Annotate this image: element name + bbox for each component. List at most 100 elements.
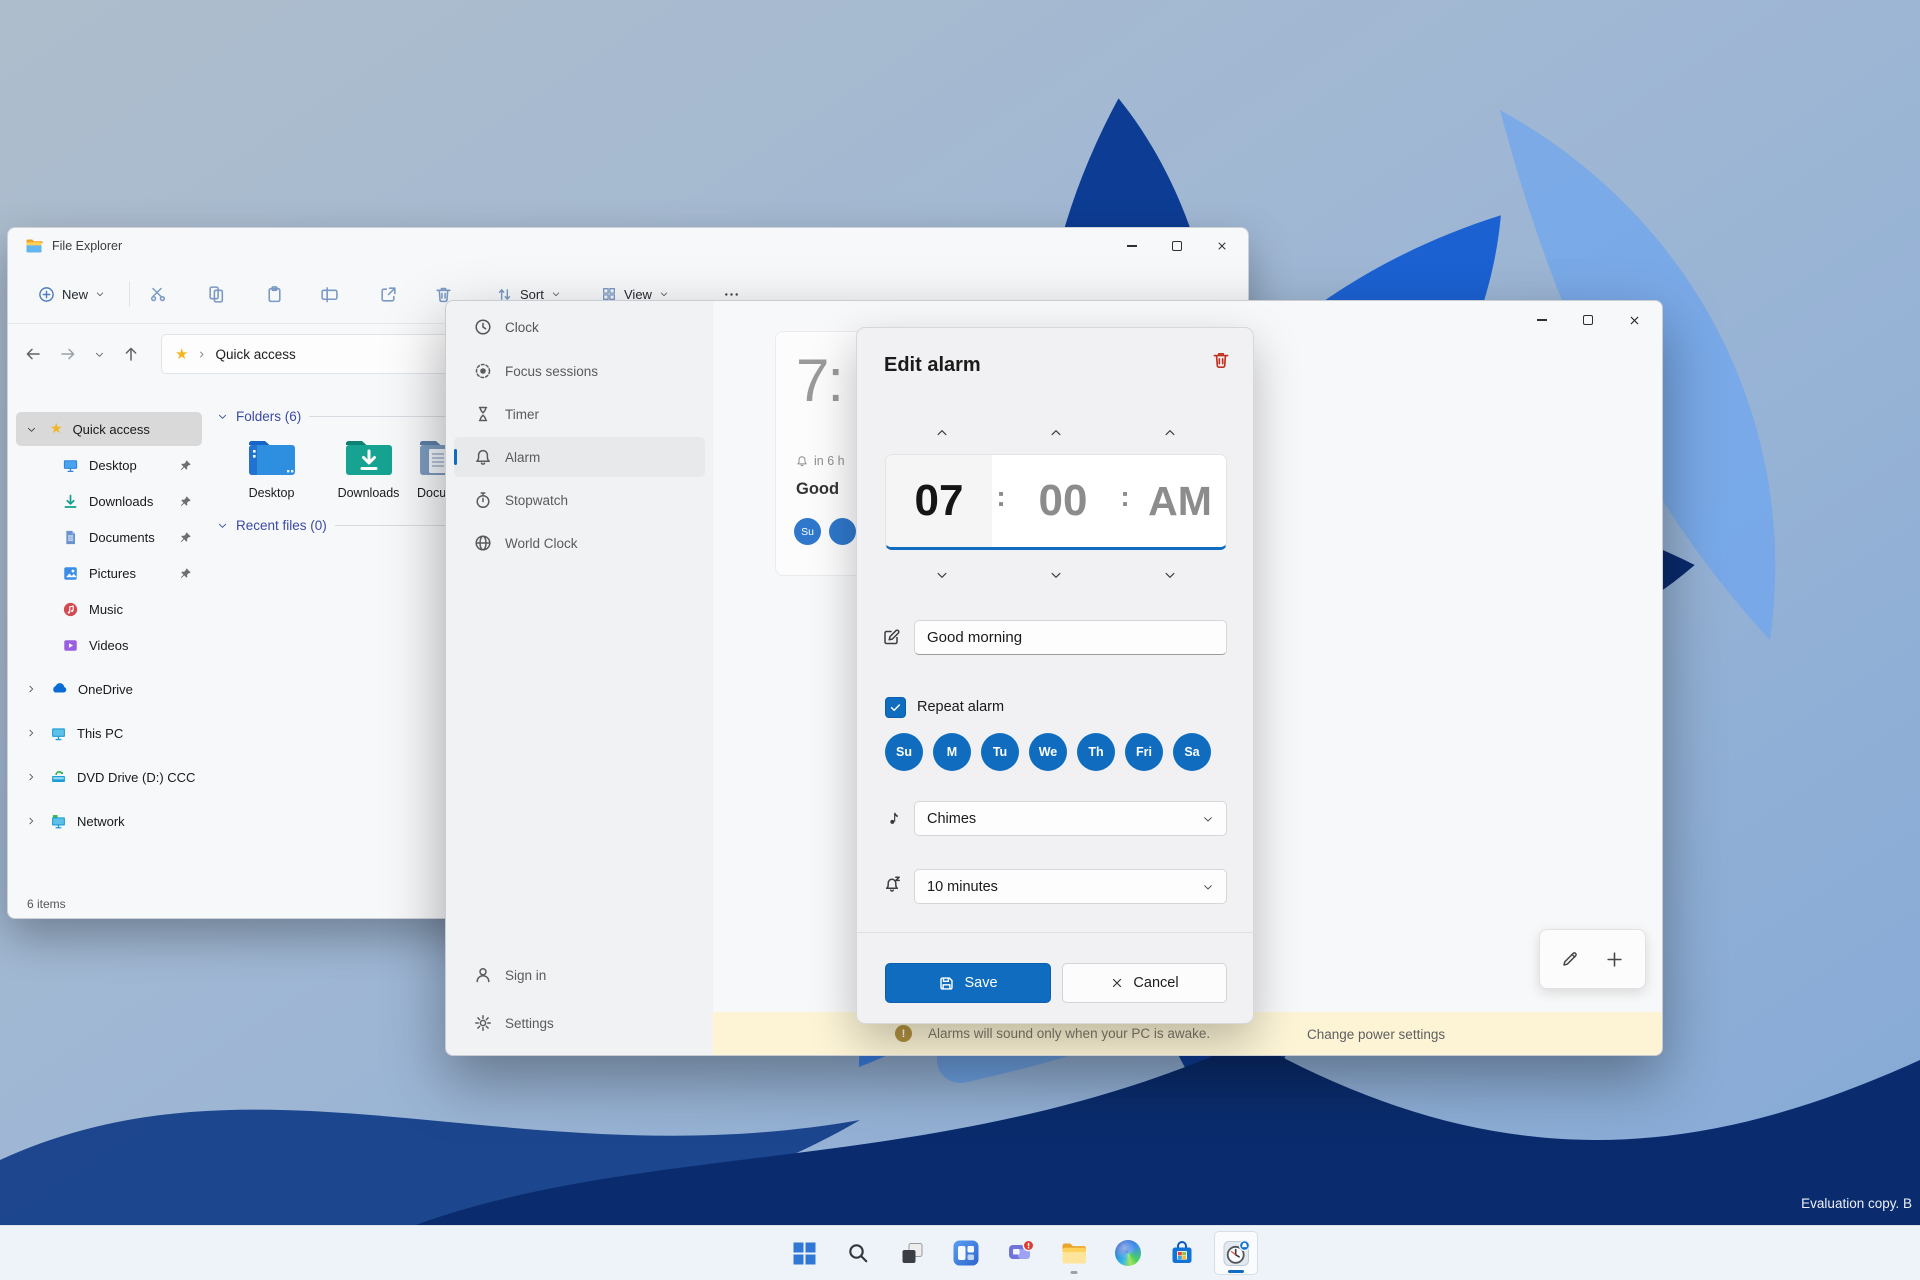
minimize-button[interactable]	[1109, 228, 1154, 264]
minimize-button[interactable]	[1519, 301, 1565, 339]
sidebar-item-pictures[interactable]: Pictures	[16, 556, 202, 590]
clock-icon	[474, 318, 492, 336]
period-down-button[interactable]	[1163, 568, 1177, 582]
sidebar-item-network[interactable]: Network	[16, 804, 202, 838]
edge-icon	[1115, 1240, 1141, 1266]
minute-value[interactable]: 00	[1010, 455, 1116, 547]
nav-item-alarm[interactable]: Alarm	[454, 437, 705, 477]
copy-button[interactable]	[196, 276, 236, 312]
back-button[interactable]	[24, 345, 42, 363]
share-button[interactable]	[368, 276, 408, 312]
nav-item-stopwatch[interactable]: Stopwatch	[454, 480, 705, 520]
chevron-up-icon	[935, 426, 949, 440]
sidebar-item-music[interactable]: Music	[16, 592, 202, 626]
search-button[interactable]	[836, 1231, 880, 1275]
sidebar-item-dvd-drive[interactable]: DVD Drive (D:) CCCO	[16, 760, 202, 794]
snooze-time-dropdown[interactable]: 10 minutes	[914, 869, 1227, 904]
chevron-up-icon	[1163, 426, 1177, 440]
sidebar-item-videos[interactable]: Videos	[16, 628, 202, 662]
folder-icon	[1062, 1243, 1086, 1263]
sidebar-item-documents[interactable]: Documents	[16, 520, 202, 554]
edit-name-icon	[883, 628, 901, 646]
alarm-card-time: 7:	[796, 347, 844, 414]
nav-item-sign-in[interactable]: Sign in	[454, 955, 705, 995]
file-explorer-taskbar-button[interactable]	[1052, 1231, 1096, 1275]
videos-icon	[62, 637, 79, 654]
forward-button[interactable]	[59, 345, 77, 363]
star-icon: ★	[50, 421, 63, 437]
task-view-button[interactable]	[890, 1231, 934, 1275]
music-note-icon	[886, 809, 903, 826]
cut-button[interactable]	[138, 276, 178, 312]
sidebar-item-onedrive[interactable]: OneDrive	[16, 672, 202, 706]
minute-up-button[interactable]	[1049, 426, 1063, 440]
period-up-button[interactable]	[1163, 426, 1177, 440]
folder-tile-label: Docu	[417, 486, 447, 500]
day-toggle-thursday[interactable]: Th	[1077, 733, 1115, 771]
hour-down-button[interactable]	[935, 568, 949, 582]
edit-alarms-button[interactable]	[1561, 950, 1579, 968]
period-value[interactable]: AM	[1134, 455, 1226, 547]
desktop-icon	[62, 457, 79, 474]
delete-alarm-button[interactable]	[1211, 350, 1231, 370]
maximize-button[interactable]	[1565, 301, 1611, 339]
minute-down-button[interactable]	[1049, 568, 1063, 582]
folder-tile-downloads[interactable]: Downloads	[320, 437, 417, 500]
add-alarm-button[interactable]	[1605, 950, 1624, 969]
sidebar-item-this-pc[interactable]: This PC	[16, 716, 202, 750]
sidebar-item-desktop[interactable]: Desktop	[16, 448, 202, 482]
rename-button[interactable]	[309, 276, 349, 312]
hour-up-button[interactable]	[935, 426, 949, 440]
clock-app-taskbar-button[interactable]	[1214, 1231, 1258, 1275]
maximize-button[interactable]	[1154, 228, 1199, 264]
close-icon	[1216, 240, 1228, 252]
day-toggle-wednesday[interactable]: We	[1029, 733, 1067, 771]
warning-text: Alarms will sound only when your PC is a…	[928, 1026, 1211, 1041]
globe-icon	[474, 534, 492, 552]
day-toggle-saturday[interactable]: Sa	[1173, 733, 1211, 771]
hour-value[interactable]: 07	[886, 455, 992, 547]
cancel-button[interactable]: Cancel	[1062, 963, 1227, 1003]
sidebar-item-quick-access[interactable]: ★ Quick access	[16, 412, 202, 446]
up-button[interactable]	[122, 345, 140, 363]
recent-locations-button[interactable]	[94, 349, 105, 360]
edge-button[interactable]	[1106, 1231, 1150, 1275]
nav-item-focus-sessions[interactable]: Focus sessions	[454, 351, 705, 391]
sidebar-item-label: Documents	[89, 529, 155, 545]
nav-item-timer[interactable]: Timer	[454, 394, 705, 434]
alarm-name-input[interactable]	[914, 620, 1227, 655]
repeat-alarm-label: Repeat alarm	[917, 699, 1005, 715]
alarm-actions-card	[1539, 929, 1646, 989]
close-button[interactable]	[1199, 228, 1244, 264]
chevron-down-icon	[935, 568, 949, 582]
snooze-icon	[884, 875, 902, 893]
change-power-settings-link[interactable]: Change power settings	[1301, 1026, 1451, 1043]
sidebar-item-downloads[interactable]: Downloads	[16, 484, 202, 518]
save-button[interactable]: Save	[885, 963, 1051, 1003]
plus-icon	[1605, 950, 1624, 969]
chevron-right-icon	[197, 350, 206, 359]
clock-sidebar: Clock Focus sessions Timer Alarm Stopwat…	[446, 301, 713, 1055]
start-button[interactable]	[782, 1231, 826, 1275]
repeat-alarm-checkbox[interactable]	[885, 697, 906, 718]
dialog-title: Edit alarm	[884, 354, 981, 376]
paste-button[interactable]	[254, 276, 294, 312]
alarm-sound-value: Chimes	[927, 810, 977, 827]
store-button[interactable]	[1160, 1231, 1204, 1275]
nav-item-world-clock[interactable]: World Clock	[454, 523, 705, 563]
desktop: Evaluation copy. B File Explorer New Sor…	[0, 0, 1920, 1280]
gear-icon	[474, 1014, 492, 1032]
close-button[interactable]	[1611, 301, 1657, 339]
nav-item-settings[interactable]: Settings	[454, 1003, 705, 1043]
widgets-button[interactable]	[944, 1231, 988, 1275]
day-toggle-sunday[interactable]: Su	[885, 733, 923, 771]
folder-tile-desktop[interactable]: Desktop	[223, 437, 320, 500]
new-button[interactable]: New	[30, 276, 113, 312]
chat-button[interactable]	[998, 1231, 1042, 1275]
alarm-sound-dropdown[interactable]: Chimes	[914, 801, 1227, 836]
store-icon	[1172, 1240, 1192, 1263]
day-toggle-friday[interactable]: Fri	[1125, 733, 1163, 771]
day-toggle-monday[interactable]: M	[933, 733, 971, 771]
day-toggle-tuesday[interactable]: Tu	[981, 733, 1019, 771]
recent-files-group-label: Recent files (0)	[236, 518, 327, 533]
